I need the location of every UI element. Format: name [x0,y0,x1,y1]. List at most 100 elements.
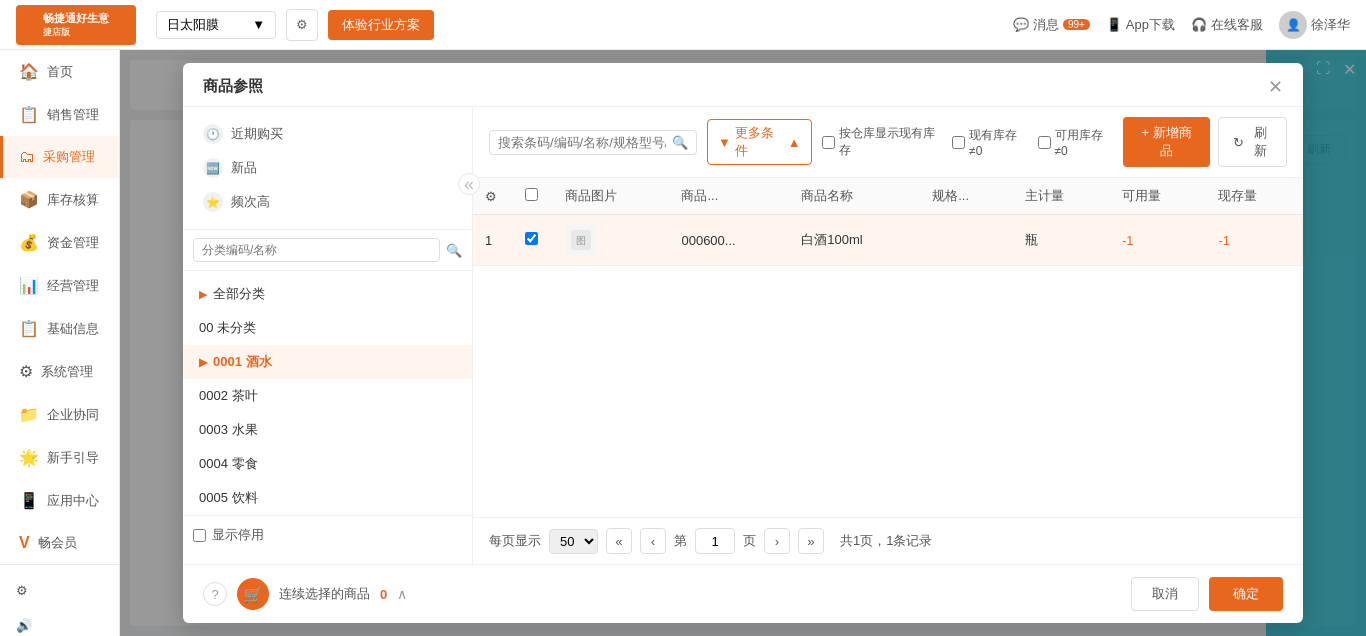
refresh-btn[interactable]: ↻ 刷新 [1218,117,1287,167]
warehouse-stock-checkbox[interactable] [822,136,835,149]
cat-item-all[interactable]: ▶ 全部分类 [183,277,472,311]
add-product-btn[interactable]: + 新增商品 [1123,117,1210,167]
sidebar-item-stock[interactable]: 📦 库存核算 [0,178,119,221]
current-stock-label: 现有库存≠0 [969,127,1027,158]
cart-icon[interactable]: 🛒 [237,578,269,610]
first-page-btn[interactable]: « [606,528,632,554]
th-available: 可用量 [1110,178,1207,215]
content-area: 查询 设置 刷新 ✕ ⛶ 商品参照 ✕ [120,50,1366,636]
sidebar-item-home[interactable]: 🏠 首页 [0,50,119,93]
sidebar-volume-btn[interactable]: 🔊 [0,608,119,636]
th-image: 商品图片 [553,178,669,215]
sidebar-item-label: 资金管理 [47,234,99,252]
quick-item-new[interactable]: 🆕 新品 [193,151,462,185]
collapse-up-icon[interactable]: ∧ [397,586,407,602]
sidebar-item-guide[interactable]: 🌟 新手引导 [0,436,119,479]
category-collapse-btn[interactable]: « [458,173,480,195]
sidebar-item-member[interactable]: V 畅会员 [0,522,119,564]
app-download-item[interactable]: 📱 App下载 [1106,16,1175,34]
current-stock-checkbox[interactable] [952,136,965,149]
user-profile[interactable]: 👤 徐泽华 [1279,11,1350,39]
experience-btn[interactable]: 体验行业方案 [328,10,434,40]
sidebar-item-label: 销售管理 [47,106,99,124]
per-page-select[interactable]: 50 [549,529,598,554]
product-search-input[interactable] [498,135,666,150]
select-all-checkbox[interactable] [525,188,538,201]
cat-item-0003[interactable]: 0003 水果 [183,413,472,447]
more-filter-btn[interactable]: ▼ 更多条件 ▲ [707,119,812,165]
quick-item-frequent[interactable]: ⭐ 频次高 [193,185,462,219]
message-item[interactable]: 💬 消息 99+ [1013,16,1090,34]
td-code: 000600... [669,215,789,266]
cat-item-0001[interactable]: ▶ 0001 酒水 [183,345,472,379]
footer-action-btns: 取消 确定 [1131,577,1283,611]
product-table: ⚙ 商品图片 商品... 商品名称 规格... [473,178,1303,266]
sidebar-item-system[interactable]: ⚙ 系统管理 [0,350,119,393]
help-icon[interactable]: ? [203,582,227,606]
per-page-label: 每页显示 [489,532,541,550]
cat-item-0005[interactable]: 0005 饮料 [183,481,472,515]
home-icon: 🏠 [19,62,39,81]
sidebar-item-apps[interactable]: 📱 应用中心 [0,479,119,522]
new-icon: 🆕 [203,158,223,178]
sidebar-item-enterprise[interactable]: 📁 企业协同 [0,393,119,436]
apps-icon: 📱 [19,491,39,510]
available-stock-checkbox[interactable] [1038,136,1051,149]
quick-category-section: 🕐 近期购买 🆕 新品 ⭐ 频次高 [183,117,472,230]
cat-item-0002[interactable]: 0002 茶叶 [183,379,472,413]
guide-icon: 🌟 [19,448,39,467]
cat-0002-label: 0002 茶叶 [199,387,258,405]
store-selector[interactable]: 日太阳膜 ▼ [156,11,276,39]
sidebar-item-basic[interactable]: 📋 基础信息 [0,307,119,350]
prev-page-btn[interactable]: ‹ [640,528,666,554]
navbar: 畅捷通好生意 捷店版 日太阳膜 ▼ ⚙ 体验行业方案 💬 消息 99+ 📱 Ap… [0,0,1366,50]
sidebar-item-finance[interactable]: 💰 资金管理 [0,221,119,264]
pagination: 每页显示 50 « ‹ 第 页 › » 共1页，1条记录 [473,517,1303,564]
show-disabled-input[interactable] [193,529,206,542]
navbar-right: 💬 消息 99+ 📱 App下载 🎧 在线客服 👤 徐泽华 [1013,11,1350,39]
member-icon: V [19,534,30,552]
confirm-btn[interactable]: 确定 [1209,577,1283,611]
th-code: 商品... [669,178,789,215]
row-checkbox[interactable] [525,232,538,245]
next-page-btn[interactable]: › [764,528,790,554]
sidebar-settings-btn[interactable]: ⚙ [0,573,119,608]
quick-item-recent[interactable]: 🕐 近期购买 [193,117,462,151]
settings-button[interactable]: ⚙ [286,9,318,41]
product-thumbnail: 图 [565,224,597,256]
cat-item-00[interactable]: 00 未分类 [183,311,472,345]
modal-close-btn[interactable]: ✕ [1268,78,1283,96]
td-name: 白酒100ml [789,215,920,266]
last-page-btn[interactable]: » [798,528,824,554]
show-disabled-label: 显示停用 [212,526,264,544]
category-search-icon[interactable]: 🔍 [446,243,462,258]
cat-item-0004[interactable]: 0004 零食 [183,447,472,481]
sidebar-item-label: 新手引导 [47,449,99,467]
filter-chevron-icon: ▲ [788,135,801,150]
category-search-section: 🔍 [183,230,472,271]
td-row-num: 1 [473,215,513,266]
product-reference-modal: 商品参照 ✕ 🕐 近期购买 🆕 [183,63,1303,623]
online-service-item[interactable]: 🎧 在线客服 [1191,16,1263,34]
checkbox-available-stock[interactable]: 可用库存≠0 [1038,127,1113,158]
category-search-input[interactable] [193,238,440,262]
cart-count: 0 [380,587,387,602]
sidebar-item-operations[interactable]: 📊 经营管理 [0,264,119,307]
frequent-icon: ⭐ [203,192,223,212]
sidebar-item-purchase[interactable]: 🗂 采购管理 [0,136,119,178]
product-search-icon[interactable]: 🔍 [672,135,688,150]
message-label: 消息 [1033,16,1059,34]
checkbox-current-stock[interactable]: 现有库存≠0 [952,127,1027,158]
sidebar-item-label: 经营管理 [47,277,99,295]
cart-section: ? 🛒 连续选择的商品 0 ∧ [203,578,407,610]
product-search-wrap: 🔍 [489,130,697,155]
cat-arrow-0001-icon: ▶ [199,356,207,369]
sidebar-item-sales[interactable]: 📋 销售管理 [0,93,119,136]
volume-icon: 🔊 [16,618,32,633]
table-row[interactable]: 1 图 [473,215,1303,266]
checkbox-warehouse-stock[interactable]: 按仓库显示现有库存 [822,125,942,159]
page-input[interactable] [695,528,735,554]
cancel-btn[interactable]: 取消 [1131,577,1199,611]
show-disabled-checkbox[interactable]: 显示停用 [193,526,462,544]
product-toolbar: 🔍 ▼ 更多条件 ▲ 按仓库显示现有库存 [473,107,1303,178]
